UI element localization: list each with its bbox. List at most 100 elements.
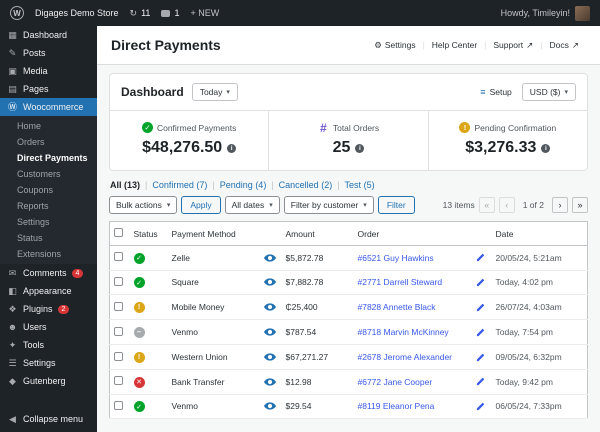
order-link[interactable]: #6521 Guy Hawkins (358, 253, 434, 263)
sidebar-item-settings[interactable]: ☰ Settings (0, 354, 97, 372)
wordpress-logo-icon[interactable]: W (10, 6, 24, 20)
next-page-button[interactable]: › (552, 197, 568, 213)
sidebar-item-users[interactable]: ☻ Users (0, 318, 97, 336)
sidebar-item-posts[interactable]: ✎ Posts (0, 44, 97, 62)
setup-link[interactable]: ≡ Setup (480, 87, 511, 97)
last-page-button[interactable]: » (572, 197, 588, 213)
col-amount[interactable]: Amount (281, 221, 354, 246)
payment-method: Venmo (167, 394, 260, 419)
table-row: Zelle $5,872.78 #6521 Guy Hawkins 20/05/… (109, 245, 588, 271)
edit-icon[interactable] (476, 278, 488, 287)
order-link[interactable]: #7828 Annette Black (358, 302, 436, 312)
row-checkbox[interactable] (114, 351, 123, 361)
col-order[interactable]: Order (353, 221, 472, 246)
period-dropdown[interactable]: Today ▾ (191, 83, 238, 101)
sidebar-item-woocommerce[interactable]: Ⓦ Woocommerce (0, 98, 97, 116)
apply-button[interactable]: Apply (181, 196, 221, 214)
submenu-item-settings[interactable]: Settings (0, 214, 97, 230)
info-icon[interactable] (355, 143, 365, 153)
stat-value: 25 (332, 139, 351, 156)
order-link[interactable]: #2771 Darrell Steward (358, 277, 443, 287)
row-checkbox[interactable] (114, 326, 123, 336)
all-dates-select[interactable]: All dates ▾ (224, 196, 280, 214)
stat-label: Confirmed Payments (156, 122, 237, 133)
new-button[interactable]: + NEW (190, 8, 219, 18)
period-value: Today (199, 87, 223, 97)
row-checkbox[interactable] (114, 376, 123, 386)
chevron-down-icon: ▾ (226, 89, 230, 96)
edit-icon[interactable] (476, 303, 488, 312)
support-link[interactable]: Support ↗ (486, 40, 540, 51)
first-page-button[interactable]: « (478, 197, 495, 213)
row-checkbox[interactable] (114, 252, 123, 262)
bulk-actions-select[interactable]: Bulk actions ▾ (109, 196, 178, 214)
row-checkbox[interactable] (114, 276, 123, 286)
submenu-item-reports[interactable]: Reports (0, 198, 97, 214)
filter-button[interactable]: Filter (377, 196, 415, 214)
sidebar-item-label: Plugins (23, 304, 53, 314)
order-link[interactable]: #2678 Jerome Alexander (358, 352, 453, 362)
date: 06/05/24, 7:33pm (491, 394, 588, 419)
sidebar-item-media[interactable]: ▣ Media (0, 62, 97, 80)
admin-bar: W Digages Demo Store ↻ 11 1 + NEW Howdy,… (0, 0, 600, 26)
row-checkbox[interactable] (114, 301, 123, 311)
info-icon[interactable] (541, 143, 551, 153)
edit-icon[interactable] (476, 328, 488, 337)
col-payment-method[interactable]: Payment Method (167, 221, 260, 246)
site-name-link[interactable]: Digages Demo Store (35, 8, 119, 18)
sidebar-item-appearance[interactable]: ◧ Appearance (0, 282, 97, 300)
view-icon[interactable] (263, 328, 278, 336)
row-checkbox[interactable] (114, 400, 123, 410)
avatar[interactable] (575, 5, 590, 21)
submenu-item-orders[interactable]: Orders (0, 134, 97, 150)
edit-icon[interactable] (476, 253, 488, 262)
status-icon (133, 252, 145, 264)
order-link[interactable]: #8718 Marvin McKinney (358, 327, 449, 337)
sidebar-item-pages[interactable]: ▤ Pages (0, 80, 97, 98)
comments-indicator[interactable]: 1 (161, 8, 179, 18)
sidebar-item-comments[interactable]: ✉ Comments 4 (0, 264, 97, 282)
order-link[interactable]: #8119 Eleanor Pena (358, 401, 435, 411)
help-center-link[interactable]: Help Center (425, 40, 484, 50)
submenu-item-direct-payments[interactable]: Direct Payments (0, 150, 97, 166)
tab-test[interactable]: Test (5) (345, 180, 375, 190)
view-icon[interactable] (263, 353, 278, 361)
currency-dropdown[interactable]: USD ($) ▾ (521, 83, 576, 101)
submenu-item-home[interactable]: Home (0, 118, 97, 134)
filter-by-customer-select[interactable]: Filter by customer ▾ (283, 196, 374, 214)
col-date[interactable]: Date (491, 221, 588, 246)
view-icon[interactable] (263, 378, 278, 386)
submenu-item-status[interactable]: Status (0, 230, 97, 246)
view-icon[interactable] (263, 278, 278, 286)
docs-link[interactable]: Docs ↗ (543, 40, 587, 51)
sidebar-item-dashboard[interactable]: ▦ Dashboard (0, 26, 97, 44)
settings-link[interactable]: ⚙ Settings (367, 40, 422, 51)
submenu-item-coupons[interactable]: Coupons (0, 182, 97, 198)
tab-confirmed[interactable]: Confirmed (7) (152, 180, 207, 190)
submenu-item-customers[interactable]: Customers (0, 166, 97, 182)
table-row: Mobile Money ₵25,400 #7828 Annette Black… (109, 294, 588, 320)
view-icon[interactable] (263, 402, 278, 410)
prev-page-button[interactable]: ‹ (498, 197, 515, 213)
tab-pending[interactable]: Pending (4) (220, 180, 267, 190)
edit-icon[interactable] (476, 377, 488, 386)
sidebar-item-gutenberg[interactable]: ◆ Gutenberg (0, 372, 97, 390)
external-link-icon: ↗ (526, 39, 534, 50)
col-status[interactable]: Status (129, 221, 168, 246)
edit-icon[interactable] (476, 353, 488, 362)
order-link[interactable]: #6772 Jane Cooper (358, 377, 433, 387)
view-icon[interactable] (263, 254, 278, 262)
collapse-menu-button[interactable]: ◀ Collapse menu (0, 410, 97, 428)
select-all-checkbox[interactable] (114, 228, 123, 237)
currency-value: USD ($) (529, 87, 561, 97)
howdy-label[interactable]: Howdy, Timileyin! (501, 8, 570, 18)
sidebar-item-plugins[interactable]: ❖ Plugins 2 (0, 300, 97, 318)
tab-all[interactable]: All (13) (110, 180, 140, 190)
view-icon[interactable] (263, 303, 278, 311)
info-icon[interactable] (227, 143, 237, 153)
sidebar-item-tools[interactable]: ✦ Tools (0, 336, 97, 354)
edit-icon[interactable] (476, 402, 488, 411)
tab-cancelled[interactable]: Cancelled (2) (279, 180, 333, 190)
updates-indicator[interactable]: ↻ 11 (130, 8, 151, 19)
submenu-item-extensions[interactable]: Extensions (0, 246, 97, 262)
